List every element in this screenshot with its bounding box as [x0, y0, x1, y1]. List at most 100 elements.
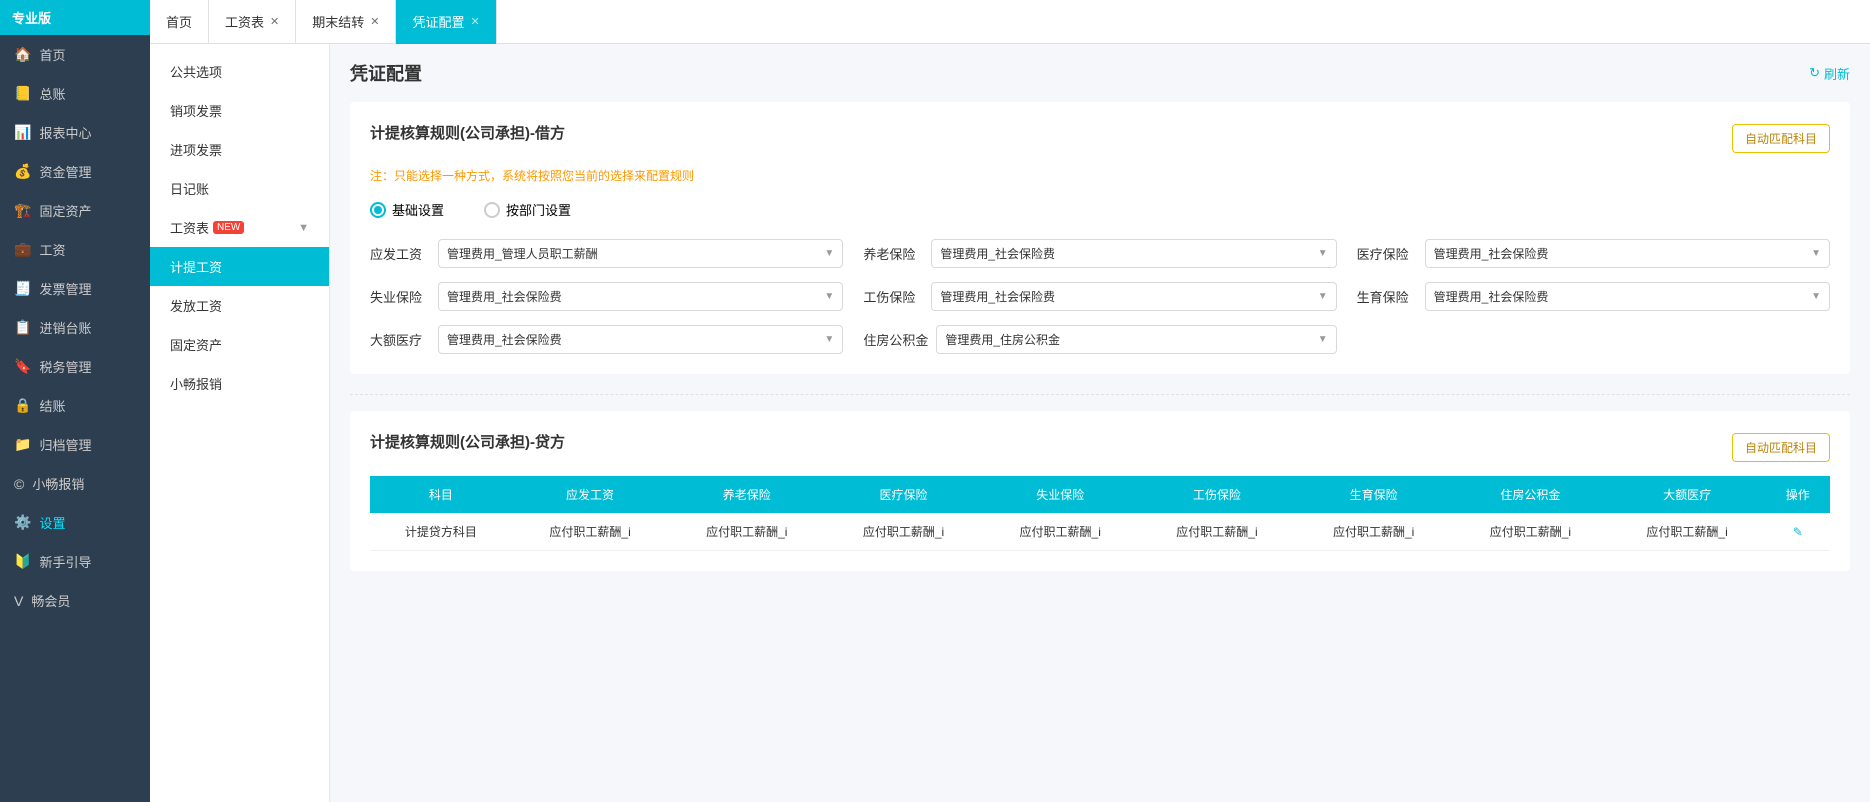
select-gjjin[interactable]: 管理费用_住房公积金 ▼: [936, 325, 1336, 354]
auto-match-credit-button[interactable]: 自动匹配科目: [1732, 433, 1830, 462]
th-shengyu: 生育保险: [1295, 476, 1452, 513]
sidebar-item-invoices[interactable]: 🧾 发票管理: [0, 269, 150, 308]
credit-section: 计提核算规则(公司承担)-贷方 自动匹配科目 科目 应发工资 养老保险 医疗保险…: [350, 411, 1850, 571]
leftnav-pay-salary[interactable]: 发放工资: [150, 286, 329, 325]
leftnav-xiaochang-expense[interactable]: 小畅报销: [150, 364, 329, 403]
arrow-shengyu: ▼: [1811, 291, 1821, 302]
debit-section-top: 计提核算规则(公司承担)-借方 自动匹配科目: [370, 122, 1830, 155]
tab-voucher-config[interactable]: 凭证配置 ✕: [396, 0, 496, 44]
select-shengyu[interactable]: 管理费用_社会保险费 ▼: [1425, 282, 1830, 311]
tab-home[interactable]: 首页: [150, 0, 209, 44]
edit-icon[interactable]: ✎: [1793, 525, 1803, 539]
tab-bar: 首页 工资表 ✕ 期末结转 ✕ 凭证配置 ✕: [150, 0, 1870, 44]
sidebar-item-xiaochang-expense[interactable]: © 小畅报销: [0, 464, 150, 503]
section-divider: [350, 394, 1850, 395]
page-content: 凭证配置 ↻ 刷新 计提核算规则(公司承担)-借方 自动匹配科目 注：只能选择一…: [330, 44, 1870, 802]
tab-close-payroll[interactable]: ✕: [270, 15, 279, 28]
th-gjjin: 住房公积金: [1452, 476, 1609, 513]
select-shiye[interactable]: 管理费用_社会保险费 ▼: [438, 282, 843, 311]
td-yingfa-val: 应付职工薪酬_i: [512, 513, 669, 551]
arrow-shiye: ▼: [824, 291, 834, 302]
form-row-yiliao: 医疗保险 管理费用_社会保险费 ▼: [1357, 239, 1830, 268]
sidebar-item-ledger[interactable]: 📒 总账: [0, 74, 150, 113]
td-subject: 计提贷方科目: [370, 513, 512, 551]
td-daeyiliao-val: 应付职工薪酬_i: [1609, 513, 1766, 551]
sidebar-item-guide[interactable]: 🔰 新手引导: [0, 542, 150, 581]
tab-close-period[interactable]: ✕: [370, 15, 379, 28]
sales-icon: 📋: [14, 319, 31, 336]
table-header-row: 科目 应发工资 养老保险 医疗保险 失业保险 工伤保险 生育保险 住房公积金 大…: [370, 476, 1830, 513]
sidebar-item-reports[interactable]: 📊 报表中心: [0, 113, 150, 152]
sidebar-item-sales[interactable]: 📋 进销台账: [0, 308, 150, 347]
debit-form-grid: 应发工资 管理费用_管理人员职工薪酬 ▼ 养老保险 管理费用_社会保险费 ▼: [370, 239, 1830, 354]
sidebar-item-salary[interactable]: 💼 工资: [0, 230, 150, 269]
credit-table: 科目 应发工资 养老保险 医疗保险 失业保险 工伤保险 生育保险 住房公积金 大…: [370, 476, 1830, 551]
sidebar-item-funds[interactable]: 💰 资金管理: [0, 152, 150, 191]
select-daeyiliao[interactable]: 管理费用_社会保险费 ▼: [438, 325, 843, 354]
form-row-yanglao: 养老保险 管理费用_社会保险费 ▼: [863, 239, 1336, 268]
td-yanglao-val: 应付职工薪酬_i: [668, 513, 825, 551]
tab-period-close[interactable]: 期末结转 ✕: [296, 0, 396, 44]
tax-icon: 🔖: [14, 358, 31, 375]
sidebar-item-tax[interactable]: 🔖 税务管理: [0, 347, 150, 386]
label-yingfa: 应发工资: [370, 244, 430, 263]
select-yanglao[interactable]: 管理费用_社会保险费 ▼: [931, 239, 1336, 268]
expand-arrow: ▼: [298, 222, 309, 234]
select-yingfa[interactable]: 管理费用_管理人员职工薪酬 ▼: [438, 239, 843, 268]
debit-section: 计提核算规则(公司承担)-借方 自动匹配科目 注：只能选择一种方式，系统将按照您…: [350, 102, 1850, 374]
th-gongshang: 工伤保险: [1139, 476, 1296, 513]
leftnav-purchase-invoice[interactable]: 进项发票: [150, 130, 329, 169]
sidebar-item-vip[interactable]: V 畅会员: [0, 581, 150, 620]
td-gjjin-val: 应付职工薪酬_i: [1452, 513, 1609, 551]
select-yiliao[interactable]: 管理费用_社会保险费 ▼: [1425, 239, 1830, 268]
debit-section-title: 计提核算规则(公司承担)-借方: [370, 122, 565, 143]
leftnav-sales-invoice[interactable]: 销项发票: [150, 91, 329, 130]
td-shiye-val: 应付职工薪酬_i: [982, 513, 1139, 551]
form-row-yingfa: 应发工资 管理费用_管理人员职工薪酬 ▼: [370, 239, 843, 268]
tab-payroll[interactable]: 工资表 ✕: [209, 0, 296, 44]
form-row-shiye: 失业保险 管理费用_社会保险费 ▼: [370, 282, 843, 311]
debit-section-note: 注：只能选择一种方式，系统将按照您当前的选择来配置规则: [370, 167, 1830, 184]
th-subject: 科目: [370, 476, 512, 513]
th-yiliao: 医疗保险: [825, 476, 982, 513]
sidebar-item-archive[interactable]: 📁 归档管理: [0, 425, 150, 464]
form-row-gongshang: 工伤保险 管理费用_社会保险费 ▼: [863, 282, 1336, 311]
sidebar-item-assets[interactable]: 🏗️ 固定资产: [0, 191, 150, 230]
auto-match-debit-button[interactable]: 自动匹配科目: [1732, 124, 1830, 153]
close-account-icon: 🔒: [14, 397, 31, 414]
label-shiye: 失业保险: [370, 287, 430, 306]
label-daeyiliao: 大额医疗: [370, 330, 430, 349]
label-shengyu: 生育保险: [1357, 287, 1417, 306]
ledger-icon: 📒: [14, 85, 31, 102]
leftnav-fixed-assets[interactable]: 固定资产: [150, 325, 329, 364]
leftnav-diary[interactable]: 日记账: [150, 169, 329, 208]
sidebar-item-settings[interactable]: ⚙️ 设置: [0, 503, 150, 542]
th-action: 操作: [1765, 476, 1830, 513]
th-yingfa: 应发工资: [512, 476, 669, 513]
sidebar-item-home[interactable]: 🏠 首页: [0, 35, 150, 74]
assets-icon: 🏗️: [14, 202, 31, 219]
leftnav-public[interactable]: 公共选项: [150, 52, 329, 91]
home-icon: 🏠: [14, 46, 31, 63]
page-title-bar: 凭证配置 ↻ 刷新: [350, 60, 1850, 86]
leftnav-accrual-salary[interactable]: 计提工资: [150, 247, 329, 286]
arrow-daeyiliao: ▼: [824, 334, 834, 345]
expense-icon: ©: [14, 476, 24, 492]
radio-basic[interactable]: 基础设置: [370, 200, 444, 219]
arrow-yingfa: ▼: [824, 248, 834, 259]
content-area: 公共选项 销项发票 进项发票 日记账 工资表 NEW ▼ 计提工资 发放工资: [150, 44, 1870, 802]
guide-icon: 🔰: [14, 553, 31, 570]
sidebar-item-close[interactable]: 🔒 结账: [0, 386, 150, 425]
reports-icon: 📊: [14, 124, 31, 141]
select-gongshang[interactable]: 管理费用_社会保险费 ▼: [931, 282, 1336, 311]
label-yiliao: 医疗保险: [1357, 244, 1417, 263]
arrow-gongshang: ▼: [1318, 291, 1328, 302]
tab-close-voucher[interactable]: ✕: [471, 15, 480, 28]
arrow-gjjin: ▼: [1318, 334, 1328, 345]
td-shengyu-val: 应付职工薪酬_i: [1295, 513, 1452, 551]
leftnav-payroll-table[interactable]: 工资表 NEW ▼: [150, 208, 329, 247]
refresh-button[interactable]: ↻ 刷新: [1809, 64, 1850, 83]
arrow-yiliao: ▼: [1811, 248, 1821, 259]
radio-dept[interactable]: 按部门设置: [484, 200, 571, 219]
td-action-edit[interactable]: ✎: [1765, 513, 1830, 551]
